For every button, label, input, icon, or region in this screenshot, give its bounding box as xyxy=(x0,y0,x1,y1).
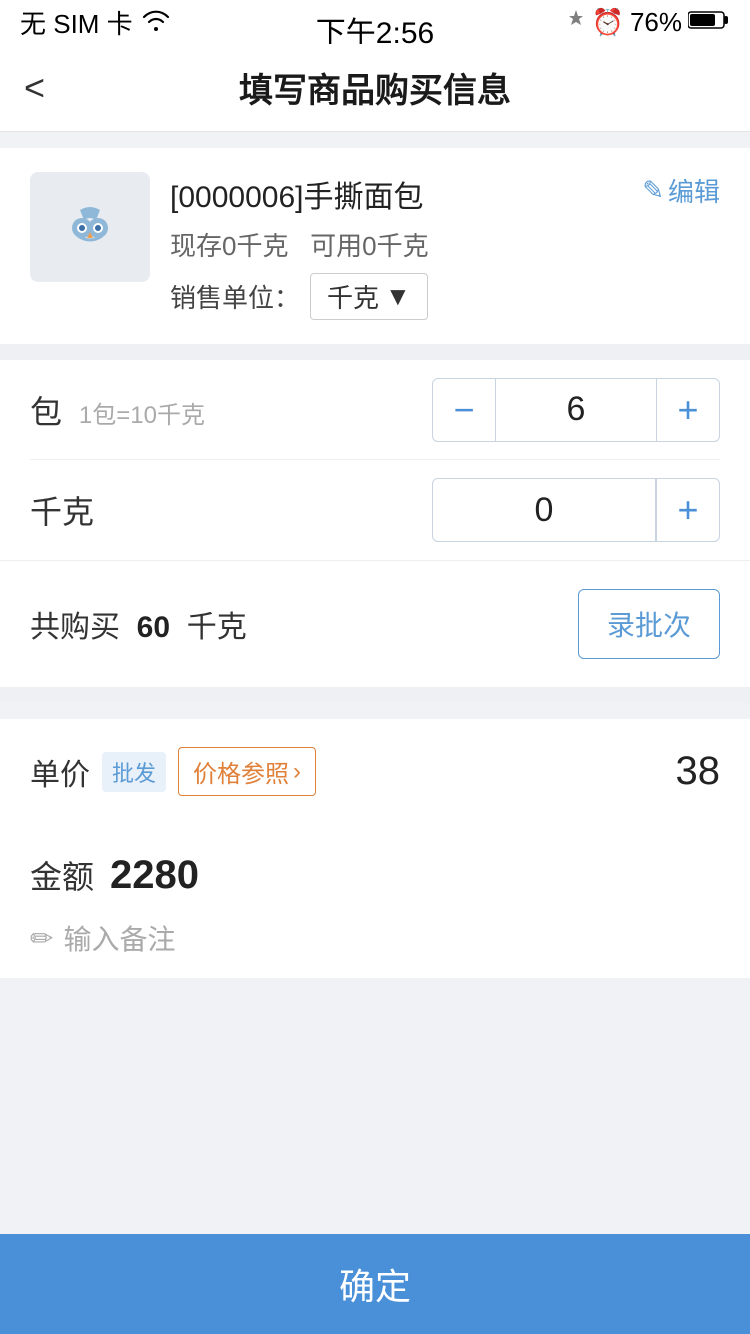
battery-icon xyxy=(688,7,730,38)
status-carrier: 无 SIM 卡 xyxy=(20,4,171,41)
total-text: 共购买 60 千克 xyxy=(30,602,247,646)
product-name: [0000006]手撕面包 xyxy=(170,172,720,216)
quantity-row-kg: 千克 + xyxy=(30,460,720,560)
product-logo xyxy=(60,200,120,255)
kg-controls: + xyxy=(432,478,720,542)
status-bar: 无 SIM 卡 下午2:56 ⏰ 76% xyxy=(0,0,750,44)
bao-increase-button[interactable]: + xyxy=(656,378,720,442)
pencil-icon: ✏ xyxy=(30,922,53,955)
alarm-icon: ⏰ xyxy=(592,7,624,38)
price-value: 38 xyxy=(676,749,721,794)
bao-label: 包 1包=10千克 xyxy=(30,387,250,433)
batch-button[interactable]: 录批次 xyxy=(578,589,720,659)
status-right: ⏰ 76% xyxy=(566,7,730,38)
bao-decrease-button[interactable]: − xyxy=(432,378,496,442)
amount-label: 金额 xyxy=(30,852,94,898)
battery-text: 76% xyxy=(630,7,682,38)
remark-row[interactable]: ✏ 输入备注 xyxy=(30,918,720,958)
kg-quantity-input[interactable] xyxy=(432,478,656,542)
edit-button[interactable]: ✎ 编辑 xyxy=(642,172,720,209)
location-icon xyxy=(566,7,586,38)
dropdown-arrow-icon: ▼ xyxy=(385,281,411,312)
section-divider-2 xyxy=(0,687,750,703)
amount-row: 金额 2280 xyxy=(30,852,720,898)
bao-controls: − + xyxy=(432,378,720,442)
back-button[interactable]: < xyxy=(24,67,45,109)
edit-icon: ✎ xyxy=(642,175,664,206)
price-left: 单价 批发 价格参照 › xyxy=(30,747,316,796)
price-section: 单价 批发 价格参照 › 38 xyxy=(0,719,750,824)
confirm-button[interactable]: 确定 xyxy=(0,1234,750,1334)
kg-label: 千克 xyxy=(30,487,250,533)
product-card: [0000006]手撕面包 现存0千克 可用0千克 销售单位： 千克 ▼ ✎ 编… xyxy=(0,148,750,344)
price-reference-button[interactable]: 价格参照 › xyxy=(178,747,316,796)
unit-select[interactable]: 千克 ▼ xyxy=(310,273,428,320)
quantity-row-bao: 包 1包=10千克 − + xyxy=(30,360,720,460)
total-section: 共购买 60 千克 录批次 xyxy=(0,560,750,687)
wifi-icon xyxy=(141,7,171,38)
price-label: 单价 xyxy=(30,750,90,794)
product-unit-row: 销售单位： 千克 ▼ xyxy=(170,273,720,320)
amount-section: 金额 2280 ✏ 输入备注 xyxy=(0,824,750,978)
quantity-section: 包 1包=10千克 − + 千克 + xyxy=(0,360,750,560)
nav-bar: < 填写商品购买信息 xyxy=(0,44,750,132)
empty-space xyxy=(0,978,750,1258)
product-info: [0000006]手撕面包 现存0千克 可用0千克 销售单位： 千克 ▼ xyxy=(170,172,720,320)
remark-placeholder: 输入备注 xyxy=(63,918,175,958)
section-divider-1 xyxy=(0,344,750,360)
kg-increase-button[interactable]: + xyxy=(656,478,720,542)
product-thumbnail xyxy=(30,172,150,282)
bao-quantity-input[interactable] xyxy=(496,378,656,442)
product-stock: 现存0千克 可用0千克 xyxy=(170,226,720,263)
price-ref-arrow-icon: › xyxy=(293,758,301,786)
page-title: 填写商品购买信息 xyxy=(239,63,511,112)
carrier-text: 无 SIM 卡 xyxy=(20,4,133,41)
bao-hint: 1包=10千克 xyxy=(79,402,205,429)
price-tag: 批发 xyxy=(102,752,166,792)
amount-value: 2280 xyxy=(110,853,199,898)
